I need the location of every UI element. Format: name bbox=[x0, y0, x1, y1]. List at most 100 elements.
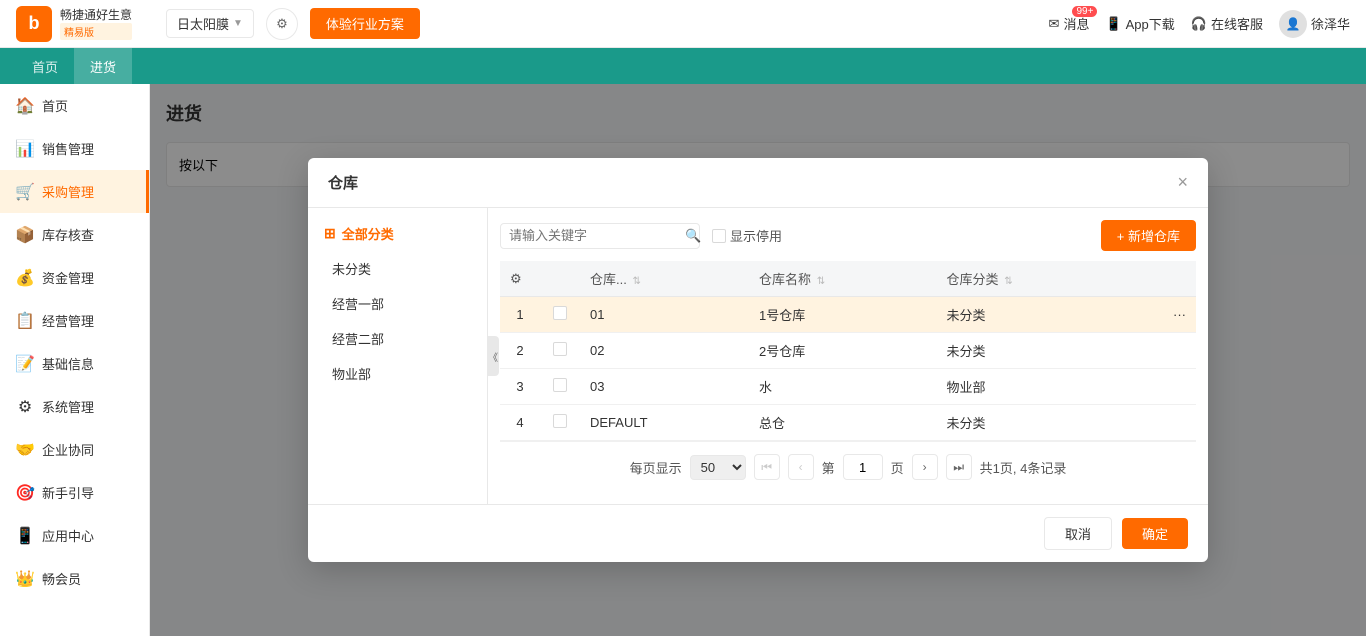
modal-footer: 取消 确定 bbox=[308, 504, 1208, 562]
user-area[interactable]: 👤 徐泽华 bbox=[1279, 10, 1350, 38]
logo-text-area: 畅捷通好生意 精易版 bbox=[60, 7, 132, 41]
total-info: 共1页, 4条记录 bbox=[980, 458, 1067, 477]
sidebar-item-label: 畅会员 bbox=[42, 569, 81, 588]
username: 徐泽华 bbox=[1311, 14, 1350, 33]
category-item-unclassified[interactable]: 未分类 bbox=[308, 251, 487, 286]
table-wrap: ⚙ 仓库... ⇅ 仓库名称 ⇅ bbox=[500, 261, 1196, 441]
member-icon: 👑 bbox=[16, 570, 34, 588]
category-item-label: 物业部 bbox=[332, 367, 371, 382]
try-industry-button[interactable]: 体验行业方案 bbox=[310, 8, 420, 39]
per-page-select[interactable]: 50 100 200 bbox=[690, 455, 746, 480]
online-service-label: 在线客服 bbox=[1211, 14, 1263, 33]
category-item-operation2[interactable]: 经营二部 bbox=[308, 321, 487, 356]
apps-icon: 📱 bbox=[16, 527, 34, 545]
row-name: 1号仓库 bbox=[749, 297, 937, 333]
row-checkbox[interactable] bbox=[540, 297, 580, 333]
row-checkbox[interactable] bbox=[540, 369, 580, 405]
sidebar-item-operation[interactable]: 📋 经营管理 bbox=[0, 299, 149, 342]
table-panel: 🔍 显示停用 + 新增仓库 bbox=[488, 208, 1208, 504]
prev-page-button[interactable]: ‹ bbox=[788, 454, 814, 480]
row-number: 3 bbox=[500, 369, 540, 405]
sidebar-item-label: 首页 bbox=[42, 96, 68, 115]
row-more-button[interactable] bbox=[1124, 333, 1196, 369]
row-more-button[interactable] bbox=[1124, 405, 1196, 441]
row-code: 03 bbox=[580, 369, 749, 405]
settings-button[interactable]: ⚙ bbox=[266, 8, 298, 40]
guide-icon: 🎯 bbox=[16, 484, 34, 502]
cancel-button[interactable]: 取消 bbox=[1044, 517, 1112, 550]
row-checkbox[interactable] bbox=[540, 333, 580, 369]
branch-name: 日太阳膜 bbox=[177, 14, 229, 33]
sidebar-item-sales[interactable]: 📊 销售管理 bbox=[0, 127, 149, 170]
page-label: 第 bbox=[822, 458, 835, 477]
headset-icon: 🎧 bbox=[1191, 16, 1207, 32]
tab-home[interactable]: 首页 bbox=[16, 48, 74, 84]
last-page-button[interactable]: ⏭ bbox=[946, 454, 972, 480]
row-more-button[interactable]: ··· bbox=[1124, 297, 1196, 333]
header-mid: 日太阳膜 ▼ ⚙ 体验行业方案 bbox=[166, 8, 1049, 40]
sidebar-item-finance[interactable]: 💰 资金管理 bbox=[0, 256, 149, 299]
row-more-button[interactable] bbox=[1124, 369, 1196, 405]
search-box: 🔍 bbox=[500, 223, 700, 249]
table-row[interactable]: 2 02 2号仓库 未分类 bbox=[500, 333, 1196, 369]
enterprise-icon: 🤝 bbox=[16, 441, 34, 459]
row-number: 4 bbox=[500, 405, 540, 441]
next-page-button[interactable]: › bbox=[912, 454, 938, 480]
sidebar-item-member[interactable]: 👑 畅会员 bbox=[0, 557, 149, 600]
category-item-label: 未分类 bbox=[332, 262, 371, 277]
app-download-button[interactable]: 📱 App下载 bbox=[1105, 14, 1174, 33]
row-category: 未分类 bbox=[937, 333, 1125, 369]
sidebar-item-home[interactable]: 🏠 首页 bbox=[0, 84, 149, 127]
sidebar-item-apps[interactable]: 📱 应用中心 bbox=[0, 514, 149, 557]
sidebar-item-guide[interactable]: 🎯 新手引导 bbox=[0, 471, 149, 514]
show-disabled-label[interactable]: 显示停用 bbox=[712, 226, 782, 245]
branch-selector[interactable]: 日太阳膜 ▼ bbox=[166, 9, 254, 38]
content-area: 进货 按以下 仓库 × ⊞ 全部分类 bbox=[150, 84, 1366, 636]
row-checkbox[interactable] bbox=[540, 405, 580, 441]
row-code: DEFAULT bbox=[580, 405, 749, 441]
sidebar-item-label: 采购管理 bbox=[42, 182, 94, 201]
base-info-icon: 📝 bbox=[16, 355, 34, 373]
confirm-button[interactable]: 确定 bbox=[1122, 518, 1188, 549]
row-name: 水 bbox=[749, 369, 937, 405]
sidebar-item-purchase[interactable]: 🛒 采购管理 bbox=[0, 170, 149, 213]
table-row[interactable]: 4 DEFAULT 总仓 未分类 bbox=[500, 405, 1196, 441]
message-button[interactable]: ✉ 消息 99+ bbox=[1049, 14, 1090, 33]
branch-chevron-icon: ▼ bbox=[233, 18, 243, 29]
purchase-icon: 🛒 bbox=[16, 183, 34, 201]
category-all[interactable]: ⊞ 全部分类 bbox=[308, 216, 487, 251]
sidebar-item-label: 资金管理 bbox=[42, 268, 94, 287]
sidebar-item-inventory[interactable]: 📦 库存核查 bbox=[0, 213, 149, 256]
sidebar-item-base-info[interactable]: 📝 基础信息 bbox=[0, 342, 149, 385]
page-unit: 页 bbox=[891, 458, 904, 477]
table-row[interactable]: 1 01 1号仓库 未分类 ··· bbox=[500, 297, 1196, 333]
online-service-button[interactable]: 🎧 在线客服 bbox=[1191, 14, 1263, 33]
app-badge: 精易版 bbox=[60, 23, 132, 40]
add-warehouse-button[interactable]: + 新增仓库 bbox=[1101, 220, 1196, 251]
show-disabled-checkbox[interactable] bbox=[712, 229, 726, 243]
row-category: 未分类 bbox=[937, 405, 1125, 441]
close-icon[interactable]: × bbox=[1177, 172, 1188, 193]
search-input[interactable] bbox=[509, 228, 685, 243]
sidebar-item-label: 应用中心 bbox=[42, 526, 94, 545]
collapse-button[interactable]: 《 bbox=[487, 336, 499, 376]
sidebar-item-system[interactable]: ⚙ 系统管理 bbox=[0, 385, 149, 428]
tab-purchase[interactable]: 进货 bbox=[74, 48, 132, 84]
search-wrap: 🔍 显示停用 bbox=[500, 223, 782, 249]
col-actions bbox=[1124, 261, 1196, 297]
first-page-button[interactable]: ⏮ bbox=[754, 454, 780, 480]
table-row[interactable]: 3 03 水 物业部 bbox=[500, 369, 1196, 405]
grid-icon: ⊞ bbox=[324, 225, 336, 242]
sort-category-icon: ⇅ bbox=[1004, 276, 1012, 287]
search-icon: 🔍 bbox=[685, 228, 701, 244]
page-input[interactable] bbox=[843, 454, 883, 480]
category-item-property[interactable]: 物业部 bbox=[308, 356, 487, 391]
home-icon: 🏠 bbox=[16, 97, 34, 115]
category-item-operation1[interactable]: 经营一部 bbox=[308, 286, 487, 321]
col-category: 仓库分类 ⇅ bbox=[937, 261, 1125, 297]
sidebar-item-enterprise[interactable]: 🤝 企业协同 bbox=[0, 428, 149, 471]
message-icon: ✉ bbox=[1049, 16, 1060, 32]
category-all-label: 全部分类 bbox=[342, 224, 394, 243]
gear-icon: ⚙ bbox=[276, 16, 288, 32]
row-number: 1 bbox=[500, 297, 540, 333]
